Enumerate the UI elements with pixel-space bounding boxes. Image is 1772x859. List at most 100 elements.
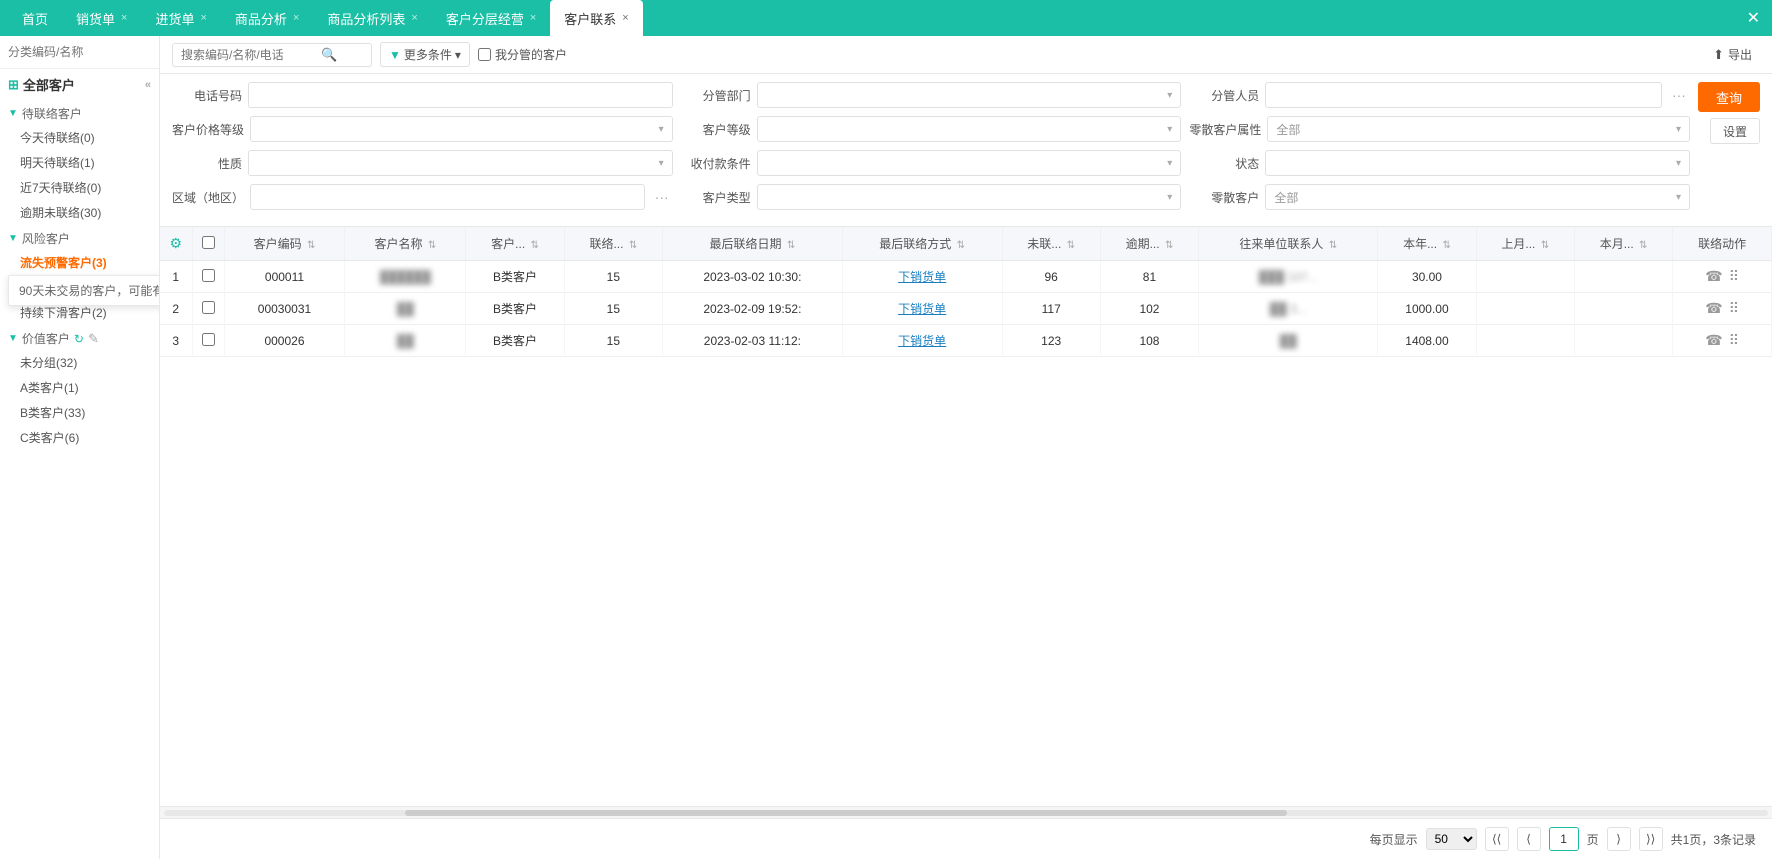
action-more-icon-1[interactable]: ⠿ [1729,300,1739,317]
nav-sales-close[interactable]: × [121,12,127,24]
sidebar-search-input[interactable] [8,45,160,59]
action-more-icon-2[interactable]: ⠿ [1729,332,1739,349]
td-last-contact-method-0[interactable]: 下销货单 [842,261,1002,293]
this-month-sort-icon[interactable]: ⇅ [1639,240,1647,251]
nav-item-purchase[interactable]: 进货单 × [141,0,220,36]
sidebar-group-value[interactable]: ▼ 价值客户 ↻ ✎ [0,325,159,350]
table-settings-icon[interactable]: ⚙ [169,235,182,251]
sidebar-collapse-icon[interactable]: « [145,79,151,91]
table-row: 1 000011 ██████ B类客户 15 2023-03-02 10:30… [160,261,1772,293]
contact-person-sort-icon[interactable]: ⇅ [1329,240,1337,251]
nav-item-customer-contact[interactable]: 客户联系 × [550,0,642,36]
sidebar-item-class-a[interactable]: A类客户(1) [0,375,159,400]
last-month-sort-icon[interactable]: ⇅ [1541,240,1549,251]
th-action: 联络动作 [1673,227,1772,261]
nature-select[interactable]: ▾ [248,150,673,176]
my-customers-checkbox-wrap[interactable]: 我分管的客户 [478,46,567,63]
nav-item-home[interactable]: 首页 [8,0,62,36]
region-input[interactable] [250,184,645,210]
more-conditions-btn[interactable]: ▼ 更多条件 ▾ [380,42,470,67]
td-this-month-2 [1574,325,1672,357]
my-customers-checkbox[interactable] [478,48,491,61]
overdue-sort-icon[interactable]: ⇅ [1165,240,1173,251]
manager-input[interactable] [1265,82,1662,108]
td-action-1: ☎ ⠿ [1673,293,1772,325]
sidebar-item-class-c[interactable]: C类客户(6) [0,425,159,450]
settings-btn[interactable]: 设置 [1710,118,1760,144]
code-sort-icon[interactable]: ⇅ [307,240,315,251]
sidebar-group-risky[interactable]: ▼ 风险客户 [0,225,159,250]
row-checkbox-2[interactable] [202,333,215,346]
current-page-input[interactable] [1549,827,1579,851]
payment-select[interactable]: ▾ [757,150,1182,176]
td-last-contact-method-1[interactable]: 下销货单 [842,293,1002,325]
sidebar-item-overdue-pending[interactable]: 逾期未联络(30) [0,200,159,225]
manager-dots-btn[interactable]: ··· [1668,87,1690,103]
first-page-btn[interactable]: ⟨⟨ [1485,827,1509,851]
td-last-contact-method-2[interactable]: 下销货单 [842,325,1002,357]
nav-item-sales[interactable]: 销货单 × [62,0,141,36]
nav-item-goods-analysis[interactable]: 商品分析 × [221,0,313,36]
name-sort-icon[interactable]: ⇅ [428,240,436,251]
last-method-sort-icon[interactable]: ⇅ [957,240,965,251]
export-btn[interactable]: ⬆ 导出 [1705,43,1760,66]
last-date-sort-icon[interactable]: ⇅ [787,240,795,251]
export-icon: ⬆ [1713,47,1724,63]
nav-purchase-close[interactable]: × [200,12,206,24]
retail-attr-arrow: ▾ [1676,124,1681,135]
action-more-icon-0[interactable]: ⠿ [1729,268,1739,285]
row-checkbox-1[interactable] [202,301,215,314]
prev-page-btn[interactable]: ⟨ [1517,827,1541,851]
sidebar-item-7days-pending[interactable]: 近7天待联络(0) [0,175,159,200]
not-contacted-sort-icon[interactable]: ⇅ [1067,240,1075,251]
window-close-icon[interactable]: ✕ [1747,8,1760,28]
nav-goods-analysis-close[interactable]: × [293,12,299,24]
sidebar-item-churn-warning[interactable]: 流失预警客户(3) [0,250,159,275]
region-dots-btn[interactable]: ··· [651,189,673,205]
sidebar-item-ungrouped[interactable]: 未分组(32) [0,350,159,375]
nav-goods-analysis-list-close[interactable]: × [411,12,417,24]
nav-customer-contact-close[interactable]: × [622,12,628,24]
action-phone-icon-0[interactable]: ☎ [1705,268,1722,285]
this-year-sort-icon[interactable]: ⇅ [1442,240,1450,251]
retail-attr-select[interactable]: 全部 ▾ [1267,116,1690,142]
select-all-checkbox[interactable] [202,236,215,249]
action-phone-icon-1[interactable]: ☎ [1705,300,1722,317]
retail-customer-select[interactable]: 全部 ▾ [1265,184,1690,210]
search-input[interactable] [181,48,321,62]
contact-sort-icon[interactable]: ⇅ [629,240,637,251]
type-sort-icon[interactable]: ⇅ [531,240,539,251]
status-select[interactable]: ▾ [1265,150,1690,176]
td-last-month-1 [1476,293,1574,325]
more-conditions-arrow: ▾ [455,48,461,62]
value-group-refresh-icon[interactable]: ↻ [74,332,84,346]
retail-customer-arrow: ▾ [1676,192,1681,203]
td-last-contact-date-1: 2023-02-09 19:52: [663,293,843,325]
sidebar-group-pending[interactable]: ▼ 待联络客户 [0,100,159,125]
nav-customer-layer-close[interactable]: × [530,12,536,24]
nav-item-goods-analysis-list[interactable]: 商品分析列表 × [313,0,431,36]
customer-level-select[interactable]: ▾ [757,116,1182,142]
last-page-btn[interactable]: ⟩⟩ [1639,827,1663,851]
row-checkbox-0[interactable] [202,269,215,282]
sidebar-item-today-pending[interactable]: 今天待联络(0) [0,125,159,150]
filter-field-status: 状态 ▾ [1189,150,1690,176]
next-page-btn[interactable]: ⟩ [1607,827,1631,851]
query-btn[interactable]: 查询 [1698,82,1760,112]
customer-type-select[interactable]: ▾ [757,184,1182,210]
action-phone-icon-2[interactable]: ☎ [1705,332,1722,349]
filter-field-dept: 分管部门 ▾ [681,82,1182,108]
per-page-select[interactable]: 50 10 20 100 [1426,828,1477,850]
nav-item-customer-layer[interactable]: 客户分层经营 × [432,0,550,36]
status-arrow: ▾ [1676,158,1681,169]
sidebar-item-tomorrow-pending[interactable]: 明天待联络(1) [0,150,159,175]
phone-input[interactable] [248,82,673,108]
price-level-select[interactable]: ▾ [250,116,673,142]
sidebar-all-customers[interactable]: ⊞ 全部客户 « [0,69,159,100]
sidebar-item-class-b[interactable]: B类客户(33) [0,400,159,425]
value-group-edit-icon[interactable]: ✎ [88,331,99,347]
dept-select[interactable]: ▾ [757,82,1182,108]
scrollbar-thumb[interactable] [405,810,1287,816]
search-submit-icon[interactable]: 🔍 [321,47,337,63]
horizontal-scrollbar[interactable] [160,806,1772,818]
